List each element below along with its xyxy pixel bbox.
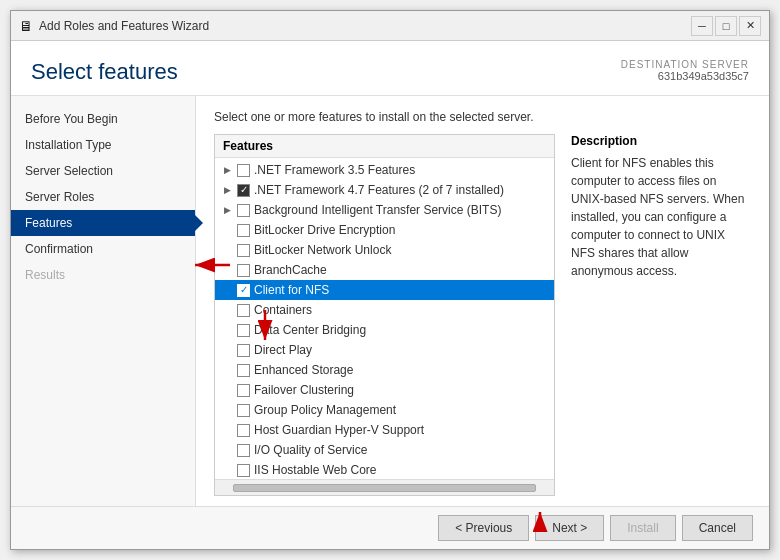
expand-icon: ▶ [221,164,233,176]
feature-checkbox[interactable] [237,264,250,277]
feature-checkbox[interactable] [237,164,250,177]
description-header: Description [571,134,751,148]
page-layout: Select features DESTINATION SERVER 631b3… [11,41,769,549]
feature-checkbox[interactable] [237,184,250,197]
feature-label: Host Guardian Hyper-V Support [254,423,424,437]
feature-checkbox[interactable] [237,324,250,337]
feature-checkbox[interactable] [237,424,250,437]
horizontal-scrollbar[interactable] [215,479,554,495]
feature-label: Background Intelligent Transfer Service … [254,203,501,217]
list-item[interactable]: ▶ Host Guardian Hyper-V Support [215,420,554,440]
main-header: Select features DESTINATION SERVER 631b3… [11,41,769,96]
list-item[interactable]: ▶ BranchCache [215,260,554,280]
feature-label: BranchCache [254,263,327,277]
cancel-button[interactable]: Cancel [682,515,753,541]
window-icon: 🖥 [19,18,33,34]
previous-button[interactable]: < Previous [438,515,529,541]
list-item[interactable]: ▶ .NET Framework 4.7 Features (2 of 7 in… [215,180,554,200]
features-panel: Features ▶ .NET Framework 3.5 Features [214,134,555,496]
feature-label: IIS Hostable Web Core [254,463,377,477]
list-item[interactable]: ▶ Failover Clustering [215,380,554,400]
feature-label: BitLocker Drive Encryption [254,223,395,237]
install-button[interactable]: Install [610,515,675,541]
main-window: 🖥 Add Roles and Features Wizard ─ □ ✕ Se… [10,10,770,550]
list-item[interactable]: ▶ BitLocker Network Unlock [215,240,554,260]
list-item[interactable]: ▶ IIS Hostable Web Core [215,460,554,479]
list-item[interactable]: ▶ Background Intelligent Transfer Servic… [215,200,554,220]
list-item[interactable]: ▶ I/O Quality of Service [215,440,554,460]
list-item[interactable]: ▶ Direct Play [215,340,554,360]
sidebar-item-installation-type[interactable]: Installation Type [11,132,195,158]
feature-checkbox[interactable] [237,404,250,417]
title-bar-controls: ─ □ ✕ [691,16,761,36]
sidebar-item-results: Results [11,262,195,288]
expand-icon: ▶ [221,204,233,216]
feature-label: I/O Quality of Service [254,443,367,457]
description-text: Client for NFS enables this computer to … [571,154,751,280]
feature-label: Group Policy Management [254,403,396,417]
feature-checkbox[interactable] [237,204,250,217]
body-area: Before You Begin Installation Type Serve… [11,96,769,506]
feature-checkbox[interactable] [237,444,250,457]
sidebar: Before You Begin Installation Type Serve… [11,96,196,506]
feature-checkbox[interactable] [237,364,250,377]
destination-value: 631b349a53d35c7 [621,70,749,82]
feature-label: Enhanced Storage [254,363,353,377]
feature-label: .NET Framework 3.5 Features [254,163,415,177]
feature-checkbox[interactable] [237,284,250,297]
sidebar-item-server-selection[interactable]: Server Selection [11,158,195,184]
feature-label: Containers [254,303,312,317]
feature-checkbox[interactable] [237,304,250,317]
minimize-button[interactable]: ─ [691,16,713,36]
list-item[interactable]: ▶ BitLocker Drive Encryption [215,220,554,240]
feature-checkbox[interactable] [237,344,250,357]
list-item[interactable]: ▶ .NET Framework 3.5 Features [215,160,554,180]
list-item[interactable]: ▶ Group Policy Management [215,400,554,420]
panel-body: Features ▶ .NET Framework 3.5 Features [214,134,751,496]
next-button[interactable]: Next > [535,515,604,541]
list-item-client-nfs[interactable]: ▶ Client for NFS [215,280,554,300]
features-list-header: Features [215,135,554,158]
description-panel: Description Client for NFS enables this … [571,134,751,496]
footer: < Previous Next > Install Cancel [11,506,769,549]
window-title: Add Roles and Features Wizard [39,19,209,33]
feature-label: Data Center Bridging [254,323,366,337]
page-title: Select features [31,59,178,85]
feature-checkbox[interactable] [237,224,250,237]
feature-label: Client for NFS [254,283,329,297]
panel-description: Select one or more features to install o… [214,110,751,124]
feature-checkbox[interactable] [237,384,250,397]
sidebar-item-server-roles[interactable]: Server Roles [11,184,195,210]
title-bar-left: 🖥 Add Roles and Features Wizard [19,18,209,34]
close-button[interactable]: ✕ [739,16,761,36]
sidebar-item-before-you-begin[interactable]: Before You Begin [11,106,195,132]
feature-label: .NET Framework 4.7 Features (2 of 7 inst… [254,183,504,197]
main-panel: Select one or more features to install o… [196,96,769,506]
sidebar-item-features[interactable]: Features [11,210,195,236]
feature-checkbox[interactable] [237,244,250,257]
maximize-button[interactable]: □ [715,16,737,36]
destination-label: DESTINATION SERVER [621,59,749,70]
sidebar-item-confirmation[interactable]: Confirmation [11,236,195,262]
list-item[interactable]: ▶ Data Center Bridging [215,320,554,340]
feature-label: BitLocker Network Unlock [254,243,391,257]
expand-icon: ▶ [221,184,233,196]
feature-label: Failover Clustering [254,383,354,397]
destination-server: DESTINATION SERVER 631b349a53d35c7 [621,59,749,82]
list-item[interactable]: ▶ Containers [215,300,554,320]
list-item[interactable]: ▶ Enhanced Storage [215,360,554,380]
feature-label: Direct Play [254,343,312,357]
features-list[interactable]: ▶ .NET Framework 3.5 Features ▶ .NET Fra… [215,158,554,479]
feature-checkbox[interactable] [237,464,250,477]
title-bar: 🖥 Add Roles and Features Wizard ─ □ ✕ [11,11,769,41]
